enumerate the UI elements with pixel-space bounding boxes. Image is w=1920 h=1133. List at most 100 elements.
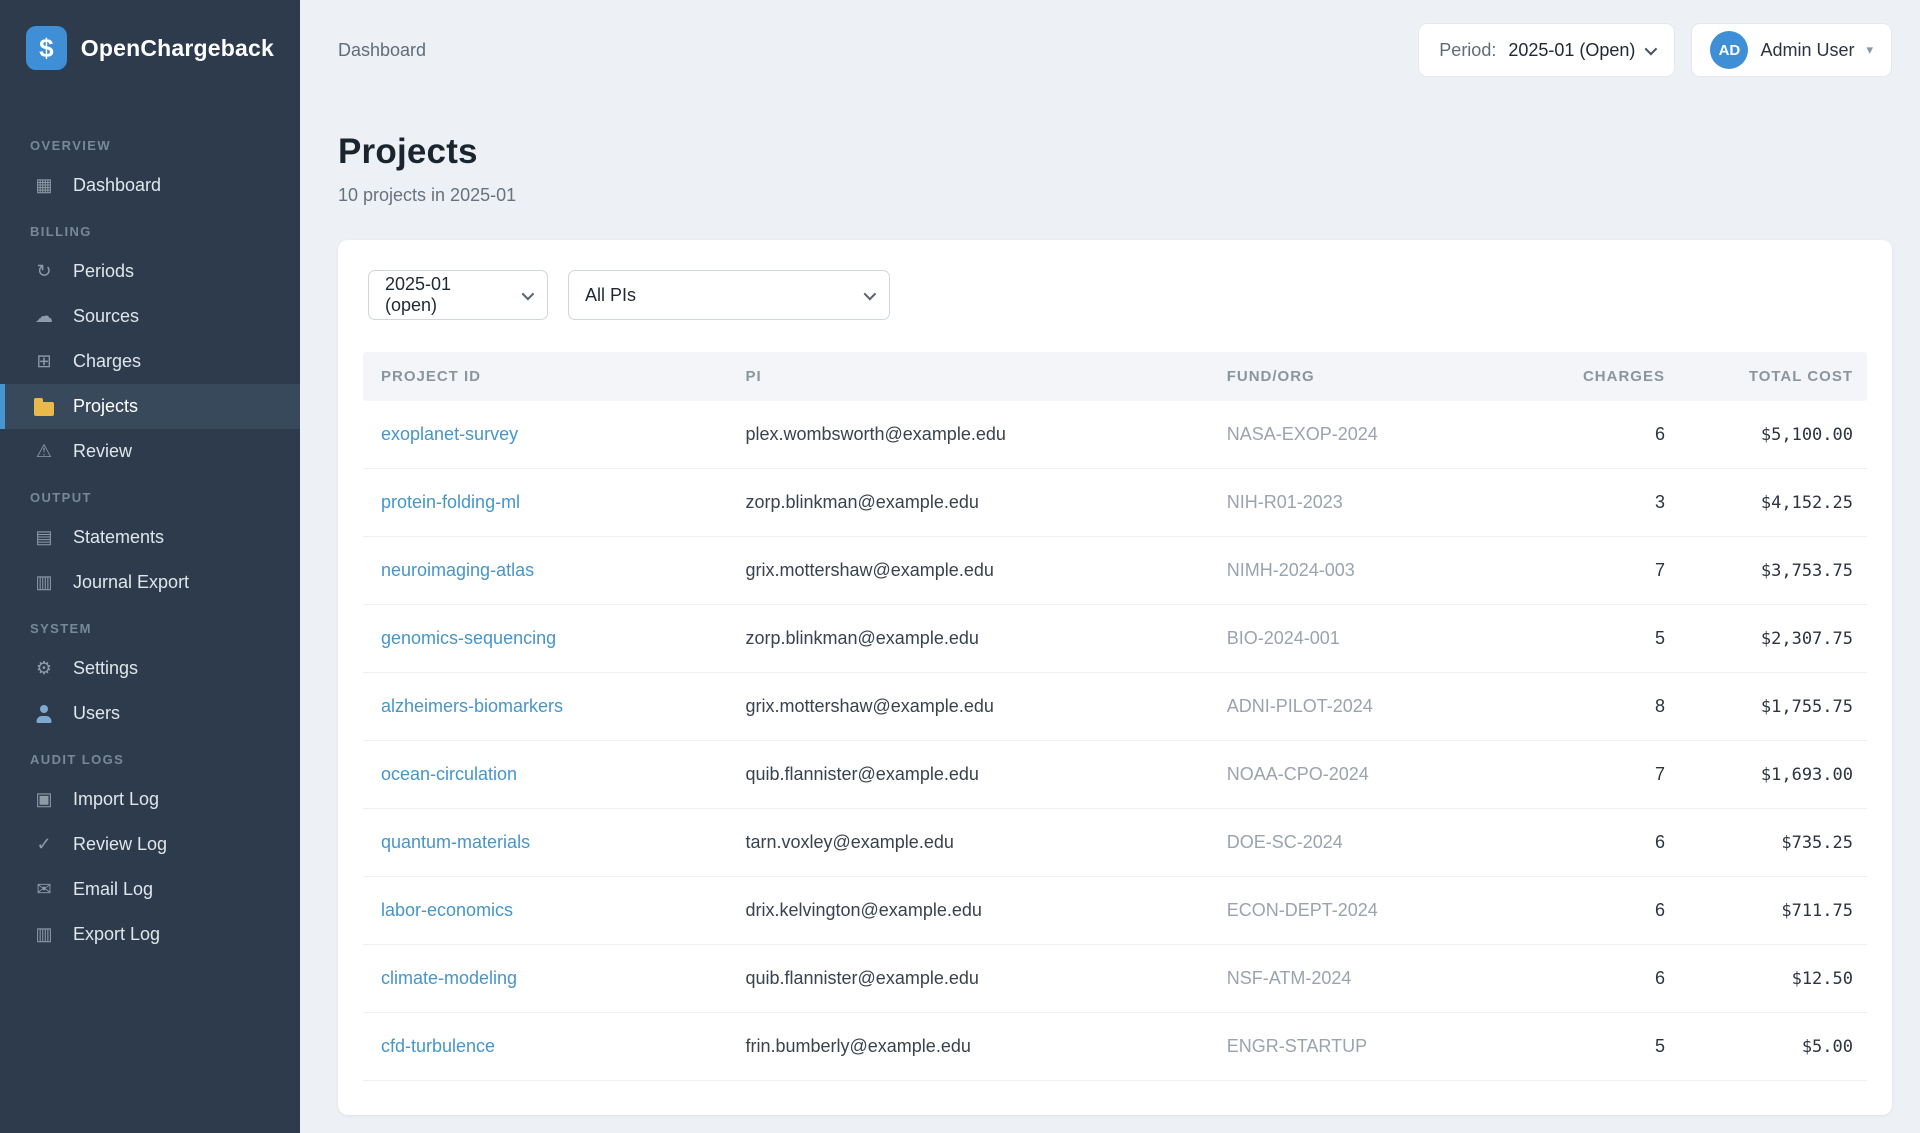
charges-cell: 6	[1513, 876, 1679, 945]
project-link[interactable]: labor-economics	[381, 900, 513, 920]
project-link[interactable]: cfd-turbulence	[381, 1036, 495, 1056]
sidebar-item-label: Charges	[73, 351, 142, 371]
sidebar-item-users[interactable]: Users	[0, 691, 300, 736]
total-cost-cell: $1,693.00	[1678, 740, 1867, 809]
sidebar-item-periods[interactable]: ↻ Periods	[0, 249, 300, 294]
page-subtitle: 10 projects in 2025-01	[338, 185, 517, 205]
project-link[interactable]: ocean-circulation	[381, 764, 517, 784]
sidebar-item-label: Import Log	[73, 789, 160, 809]
sidebar-item-projects[interactable]: Projects	[0, 384, 300, 429]
sidebar-item-charges[interactable]: ⊞ Charges	[0, 339, 300, 384]
sidebar-item-label: Users	[73, 703, 121, 723]
cloud-icon: ☁	[35, 306, 53, 326]
period-selector[interactable]: Period: 2025-01 (Open)	[1418, 23, 1676, 77]
grid-icon: ▦	[35, 175, 53, 195]
charges-cell: 8	[1513, 672, 1679, 741]
project-id-cell: labor-economics	[363, 876, 732, 945]
total-cost-cell: $4,152.25	[1678, 468, 1867, 537]
charges-cell: 6	[1513, 808, 1679, 877]
column-header-pi: PI	[731, 352, 1213, 401]
page-title: Projects	[338, 132, 478, 171]
pi-email-cell: zorp.blinkman@example.edu	[731, 468, 1213, 537]
user-menu[interactable]: AD Admin User ▾	[1691, 23, 1892, 77]
total-cost-cell: $711.75	[1678, 876, 1867, 945]
period-label: Period:	[1439, 39, 1497, 60]
project-link[interactable]: climate-modeling	[381, 968, 517, 988]
chevron-down-icon	[521, 287, 535, 300]
app-logo[interactable]: $ OpenChargeback	[0, 0, 300, 100]
table-row: neuroimaging-atlas grix.mottershaw@exampl…	[363, 536, 1867, 605]
sidebar-item-export-log[interactable]: ▥ Export Log	[0, 912, 300, 957]
export-icon: ▥	[35, 924, 53, 944]
table-row: ocean-circulation quib.flannister@example…	[363, 740, 1867, 809]
table-row: genomics-sequencing zorp.blinkman@example…	[363, 604, 1867, 673]
refresh-icon: ↻	[36, 261, 52, 281]
check-icon: ✓	[36, 834, 52, 854]
fund-org-cell: NASA-EXOP-2024	[1212, 401, 1514, 469]
project-link[interactable]: quantum-materials	[381, 832, 530, 852]
fund-org-cell: NIH-R01-2023	[1212, 468, 1514, 537]
sidebar-item-email-log[interactable]: ✉ Email Log	[0, 867, 300, 912]
page-content: Projects 10 projects in 2025-01 2025-01 …	[300, 100, 1920, 1115]
table-header-row: PROJECT ID PI FUND/ORG CHARGES TOTAL COS…	[363, 352, 1867, 401]
table-row: alzheimers-biomarkers grix.mottershaw@exa…	[363, 672, 1867, 741]
pi-email-cell: zorp.blinkman@example.edu	[731, 604, 1213, 673]
projects-table-body: exoplanet-survey plex.wombsworth@example.…	[363, 401, 1867, 1081]
user-icon	[31, 705, 57, 723]
pi-email-cell: frin.bumberly@example.edu	[731, 1012, 1213, 1081]
sidebar-item-review[interactable]: ⚠ Review	[0, 429, 300, 474]
breadcrumb: Dashboard	[338, 39, 427, 60]
project-id-cell: climate-modeling	[363, 944, 732, 1013]
sidebar-item-label: Projects	[73, 396, 139, 416]
project-link[interactable]: alzheimers-biomarkers	[381, 696, 563, 716]
fund-org-cell: NOAA-CPO-2024	[1212, 740, 1514, 809]
total-cost-cell: $5,100.00	[1678, 401, 1867, 469]
project-id-cell: genomics-sequencing	[363, 604, 732, 673]
sidebar-item-label: Review Log	[73, 834, 168, 854]
project-link[interactable]: genomics-sequencing	[381, 628, 556, 648]
sidebar-item-journal-export[interactable]: ▥ Journal Export	[0, 560, 300, 605]
pi-email-cell: grix.mottershaw@example.edu	[731, 536, 1213, 605]
fund-org-cell: ADNI-PILOT-2024	[1212, 672, 1514, 741]
charges-cell: 7	[1513, 536, 1679, 605]
project-id-cell: ocean-circulation	[363, 740, 732, 809]
fund-org-cell: NSF-ATM-2024	[1212, 944, 1514, 1013]
sidebar-item-settings[interactable]: ⚙ Settings	[0, 646, 300, 691]
total-cost-cell: $5.00	[1678, 1012, 1867, 1081]
folder-icon	[31, 397, 57, 416]
sidebar-section-label: BILLING	[30, 224, 92, 239]
period-filter-value: 2025-01 (open)	[385, 274, 452, 315]
sidebar-item-dashboard[interactable]: ▦ Dashboard	[0, 163, 300, 208]
total-cost-cell: $3,753.75	[1678, 536, 1867, 605]
sidebar-item-label: Review	[73, 441, 133, 461]
projects-card: 2025-01 (open) All PIs PROJECT ID PI FUN…	[338, 240, 1892, 1115]
total-cost-cell: $1,755.75	[1678, 672, 1867, 741]
avatar: AD	[1710, 31, 1749, 69]
project-link[interactable]: exoplanet-survey	[381, 424, 518, 444]
sidebar-item-label: Periods	[73, 261, 135, 281]
charges-cell: 6	[1513, 944, 1679, 1013]
caret-down-icon: ▾	[1866, 42, 1873, 57]
sidebar-item-import-log[interactable]: ▣ Import Log	[0, 777, 300, 822]
sidebar-item-statements[interactable]: ▤ Statements	[0, 515, 300, 560]
project-id-cell: cfd-turbulence	[363, 1012, 732, 1081]
sidebar-section-label: SYSTEM	[30, 621, 92, 636]
project-id-cell: exoplanet-survey	[363, 401, 732, 469]
project-link[interactable]: protein-folding-ml	[381, 492, 520, 512]
charges-cell: 6	[1513, 401, 1679, 469]
period-filter-select[interactable]: 2025-01 (open)	[368, 270, 548, 320]
sidebar-item-sources[interactable]: ☁ Sources	[0, 294, 300, 339]
fund-org-cell: BIO-2024-001	[1212, 604, 1514, 673]
sidebar-item-label: Sources	[73, 306, 140, 326]
document-icon: ▤	[35, 527, 53, 547]
period-value: 2025-01 (Open)	[1508, 40, 1658, 61]
sidebar-item-review-log[interactable]: ✓ Review Log	[0, 822, 300, 867]
table-icon: ⊞	[36, 351, 52, 371]
table-row: cfd-turbulence frin.bumberly@example.edu E…	[363, 1012, 1867, 1081]
sidebar-section-label: AUDIT LOGS	[30, 752, 125, 767]
pi-email-cell: plex.wombsworth@example.edu	[731, 401, 1213, 469]
project-link[interactable]: neuroimaging-atlas	[381, 560, 534, 580]
project-id-cell: protein-folding-ml	[363, 468, 732, 537]
pi-filter-value: All PIs	[585, 284, 637, 305]
pi-filter-select[interactable]: All PIs	[568, 270, 890, 320]
